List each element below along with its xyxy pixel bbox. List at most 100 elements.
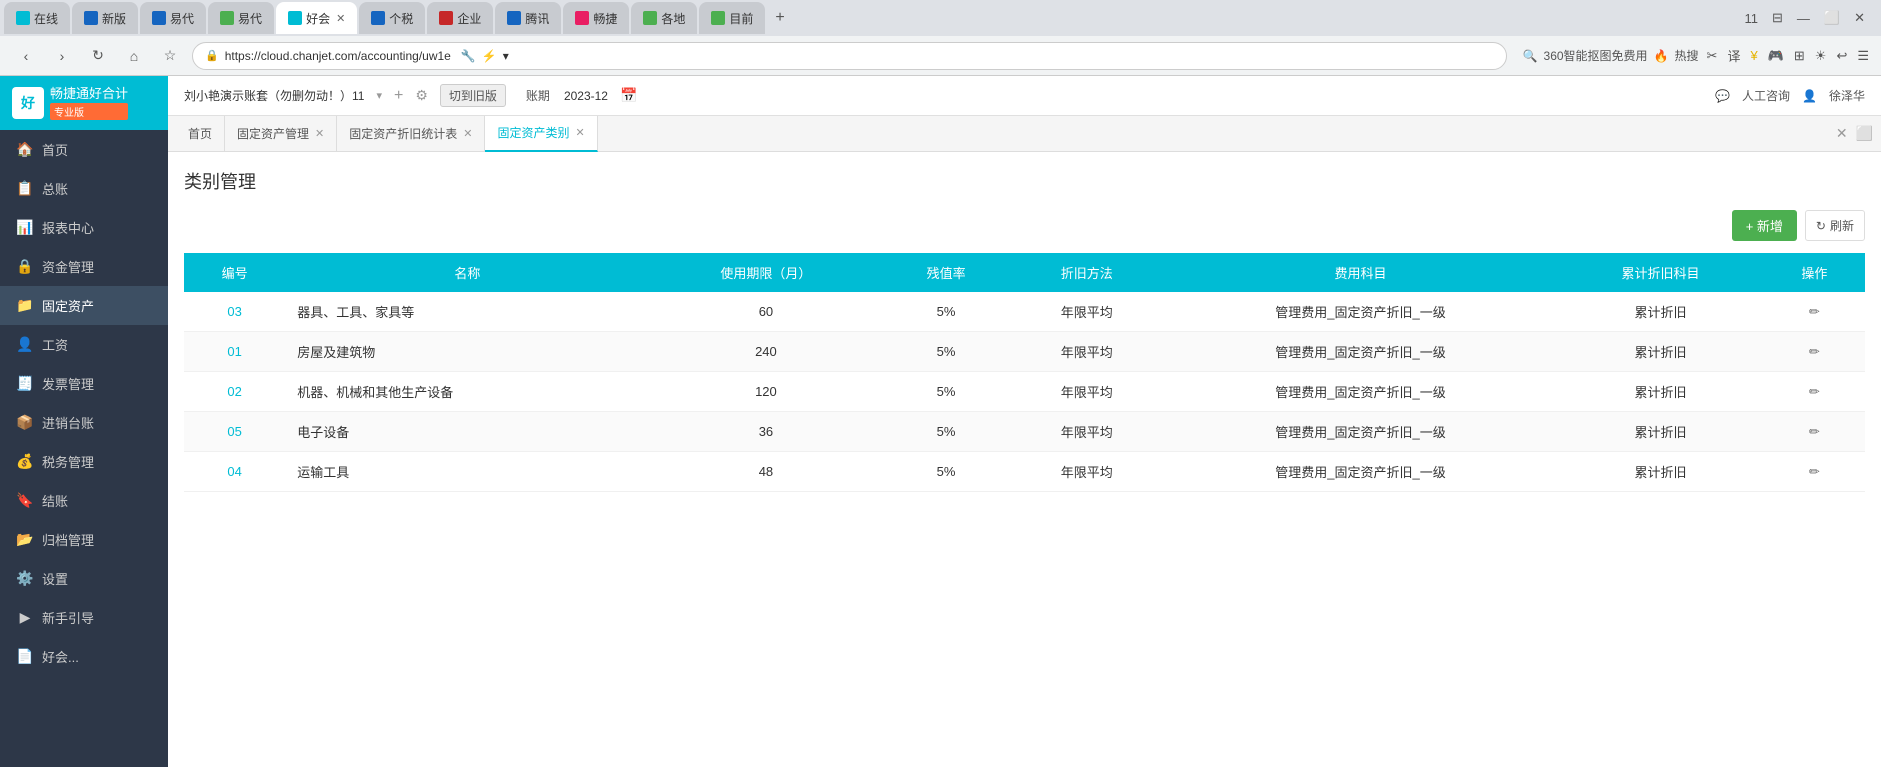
- page-tab-category[interactable]: 固定资产类别 ✕: [485, 116, 597, 152]
- add-button[interactable]: + 新增: [1732, 210, 1797, 241]
- search-area: 🔍 360智能抠图免费用 🔥 热搜: [1523, 47, 1699, 64]
- lightning-icon[interactable]: ⚡: [482, 49, 497, 63]
- table-row: 05 电子设备 36 5% 年限平均 管理费用_固定资产折旧_一级 累计折旧 ✏: [184, 412, 1865, 452]
- cell-code-0[interactable]: 03: [184, 292, 285, 332]
- sidebar-item-funds[interactable]: 🔒 资金管理: [0, 247, 168, 286]
- settings-icon: ⚙️: [16, 569, 34, 587]
- browser-tab-0[interactable]: 在线: [4, 2, 70, 34]
- cell-months-3: 36: [650, 412, 883, 452]
- sidebar-item-payroll[interactable]: 👤 工资: [0, 325, 168, 364]
- consult-label[interactable]: 人工咨询: [1742, 87, 1790, 104]
- page-tab-category-label: 固定资产类别: [497, 124, 569, 141]
- page-tab-home[interactable]: 首页: [176, 116, 225, 152]
- cell-months-1: 240: [650, 332, 883, 372]
- user-dropdown-icon[interactable]: ▾: [376, 89, 382, 102]
- calendar-icon[interactable]: 📅: [620, 87, 637, 104]
- sidebar-item-reports[interactable]: 📊 报表中心: [0, 208, 168, 247]
- cell-code-4[interactable]: 04: [184, 452, 285, 492]
- browser-tab-9[interactable]: 各地: [631, 2, 697, 34]
- cell-code-1[interactable]: 01: [184, 332, 285, 372]
- sidebar-item-settings[interactable]: ⚙️ 设置: [0, 559, 168, 598]
- coin-icon[interactable]: ¥: [1750, 48, 1757, 63]
- expand-panel-icon[interactable]: ⬜: [1856, 125, 1873, 142]
- sidebar-item-closing[interactable]: 🔖 结账: [0, 481, 168, 520]
- minimize-icon[interactable]: —: [1793, 9, 1814, 28]
- sidebar-item-archive[interactable]: 📂 归档管理: [0, 520, 168, 559]
- cell-code-2[interactable]: 02: [184, 372, 285, 412]
- url-dropdown-icon[interactable]: ▾: [503, 49, 509, 63]
- browser-tab-4[interactable]: 好会 ✕: [276, 2, 357, 34]
- tab-label-1: 新版: [102, 10, 126, 27]
- page-tab-asset-mgmt[interactable]: 固定资产管理 ✕: [225, 116, 337, 152]
- tab-label-10: 目前: [729, 10, 753, 27]
- cell-code-3[interactable]: 05: [184, 412, 285, 452]
- browser-tab-7[interactable]: 腾讯: [495, 2, 561, 34]
- site-info-icon[interactable]: 🔧: [461, 49, 476, 63]
- new-tab-button[interactable]: +: [767, 9, 792, 27]
- page-tab-depreciation[interactable]: 固定资产折旧统计表 ✕: [337, 116, 485, 152]
- grid-icon[interactable]: ⊞: [1794, 48, 1805, 64]
- refresh-button[interactable]: ↻ 刷新: [1805, 210, 1865, 241]
- back-button[interactable]: ‹: [12, 42, 40, 70]
- sidebar-item-home[interactable]: 🏠 首页: [0, 130, 168, 169]
- page-tab-depreciation-close[interactable]: ✕: [463, 127, 472, 140]
- tab-icon-6: [439, 11, 453, 25]
- edit-button-1[interactable]: ✏: [1809, 344, 1820, 359]
- game-icon[interactable]: 🎮: [1768, 48, 1784, 64]
- home-button[interactable]: ⌂: [120, 42, 148, 70]
- reload-button[interactable]: ↻: [84, 42, 112, 70]
- sidebar-item-ledger[interactable]: 📋 总账: [0, 169, 168, 208]
- edit-button-4[interactable]: ✏: [1809, 464, 1820, 479]
- sidebar-label-archive: 归档管理: [42, 530, 94, 549]
- tab-menu-icon[interactable]: ⊟: [1768, 8, 1787, 28]
- cell-action-4: ✏: [1764, 452, 1865, 492]
- close-panel-icon[interactable]: ✕: [1836, 125, 1848, 142]
- bookmark-button[interactable]: ☆: [156, 42, 184, 70]
- url-bar[interactable]: 🔒 https://cloud.chanjet.com/accounting/u…: [192, 42, 1507, 70]
- translate-icon[interactable]: 译: [1727, 46, 1740, 65]
- sidebar-item-guide[interactable]: ▶ 新手引导: [0, 598, 168, 637]
- browser-tab-3[interactable]: 易代: [208, 2, 274, 34]
- undo-icon[interactable]: ↩: [1836, 48, 1847, 64]
- browser-tab-8[interactable]: 畅捷: [563, 2, 629, 34]
- browser-tab-10[interactable]: 目前: [699, 2, 765, 34]
- switch-version-button[interactable]: 切到旧版: [440, 84, 506, 107]
- menu-icon[interactable]: ☰: [1857, 48, 1869, 64]
- tab-window-controls: ✕ ⬜: [1836, 125, 1873, 142]
- maximize-icon[interactable]: ⬜: [1820, 8, 1844, 28]
- url-text: https://cloud.chanjet.com/accounting/uw1…: [225, 49, 451, 63]
- settings-gear-icon[interactable]: ⚙: [415, 87, 428, 104]
- scissors-icon[interactable]: ✂: [1707, 48, 1718, 64]
- sidebar-item-invoice[interactable]: 🧾 发票管理: [0, 364, 168, 403]
- browser-tab-1[interactable]: 新版: [72, 2, 138, 34]
- sidebar-item-tax[interactable]: 💰 税务管理: [0, 442, 168, 481]
- browser-tab-6[interactable]: 企业: [427, 2, 493, 34]
- sidebar-item-fixed-assets[interactable]: 📁 固定资产: [0, 286, 168, 325]
- edit-button-3[interactable]: ✏: [1809, 424, 1820, 439]
- tab-icon-1: [84, 11, 98, 25]
- col-header-rate: 残值率: [882, 253, 1010, 292]
- tax-icon: 💰: [16, 452, 34, 470]
- avatar-icon: 👤: [1802, 89, 1817, 103]
- sidebar-label-closing: 结账: [42, 491, 68, 510]
- close-window-icon[interactable]: ✕: [1850, 8, 1869, 28]
- add-account-icon[interactable]: +: [394, 87, 403, 105]
- brightness-icon[interactable]: ☀: [1815, 48, 1827, 64]
- sidebar-label-payroll: 工资: [42, 335, 68, 354]
- browser-tab-5[interactable]: 个税: [359, 2, 425, 34]
- table-row: 04 运输工具 48 5% 年限平均 管理费用_固定资产折旧_一级 累计折旧 ✏: [184, 452, 1865, 492]
- payroll-icon: 👤: [16, 335, 34, 353]
- sidebar-item-extra[interactable]: 📄 好会...: [0, 637, 168, 676]
- page-tab-asset-mgmt-close[interactable]: ✕: [315, 127, 324, 140]
- edit-button-0[interactable]: ✏: [1809, 304, 1820, 319]
- tab-icon-4: [288, 11, 302, 25]
- sidebar-item-inventory[interactable]: 📦 进销台账: [0, 403, 168, 442]
- browser-tab-2[interactable]: 易代: [140, 2, 206, 34]
- cell-name-1: 房屋及建筑物: [285, 332, 649, 372]
- forward-button[interactable]: ›: [48, 42, 76, 70]
- page-tab-category-close[interactable]: ✕: [576, 126, 585, 139]
- tab-close-4[interactable]: ✕: [336, 12, 345, 25]
- sidebar-label-fixed-assets: 固定资产: [42, 296, 94, 315]
- sidebar-label-reports: 报表中心: [42, 218, 94, 237]
- edit-button-2[interactable]: ✏: [1809, 384, 1820, 399]
